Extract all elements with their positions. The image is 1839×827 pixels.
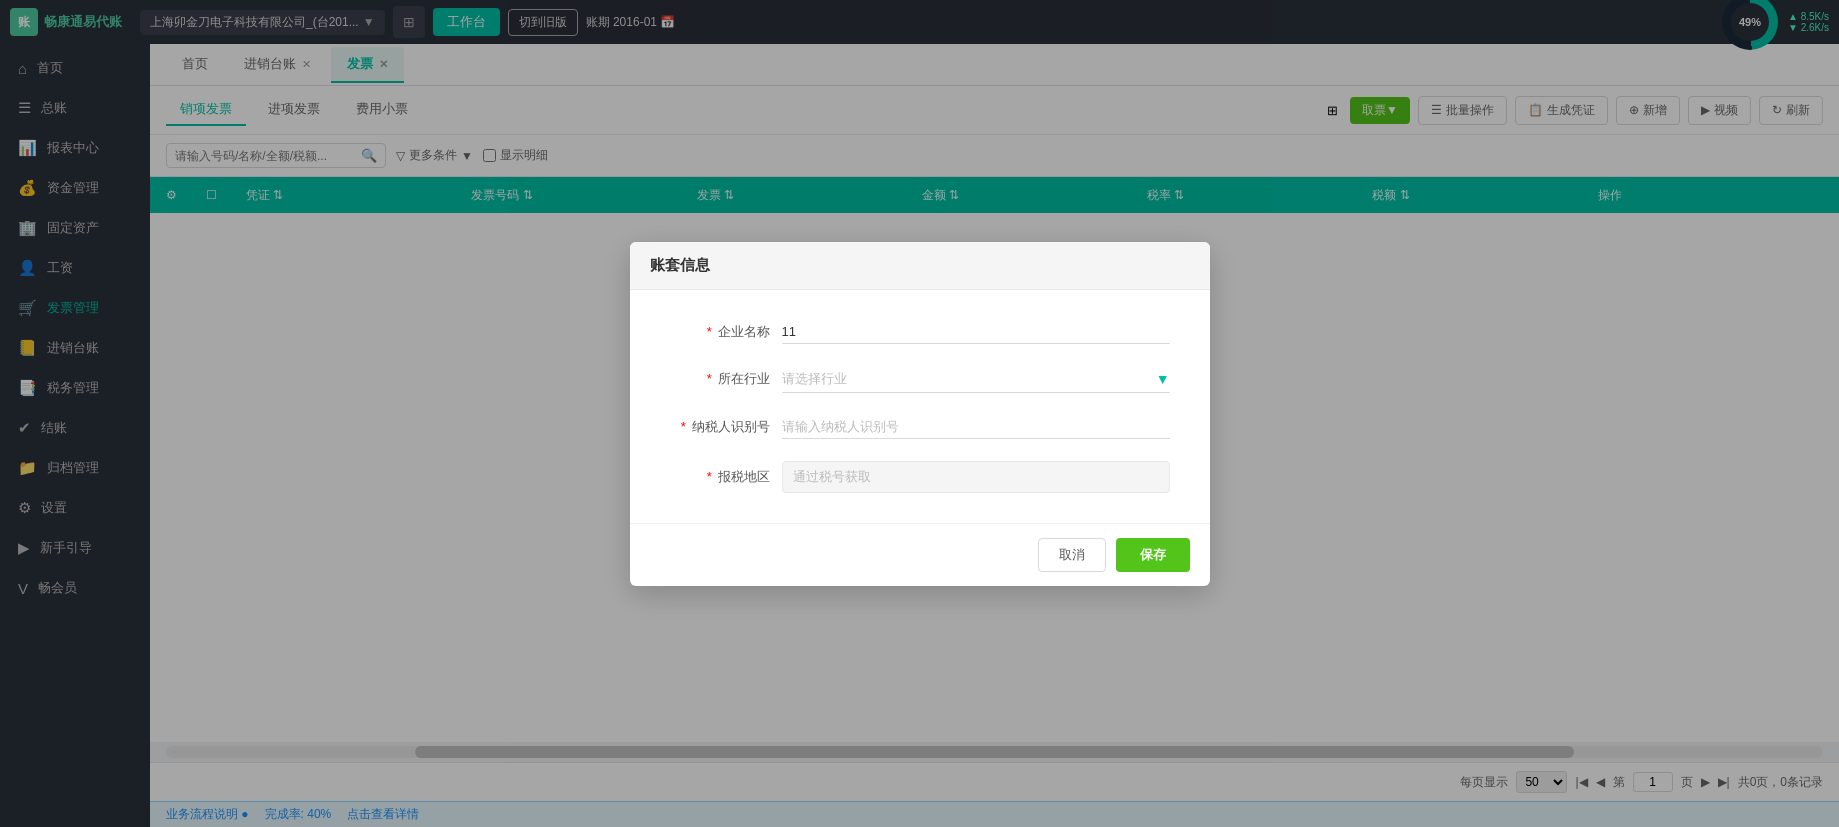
company-name-label: * 企业名称 <box>670 323 770 341</box>
industry-placeholder: 请选择行业 <box>782 370 1156 388</box>
tax-id-row: * 纳税人识别号 <box>670 415 1170 439</box>
tax-region-readonly: 通过税号获取 <box>782 461 1170 493</box>
required-star3: * <box>681 419 686 434</box>
modal-overlay[interactable]: 账套信息 * 企业名称 * 所在行业 请选择行业 ▼ <box>0 0 1839 827</box>
required-star4: * <box>707 469 712 484</box>
required-star2: * <box>707 371 712 386</box>
industry-label: * 所在行业 <box>670 370 770 388</box>
cancel-button[interactable]: 取消 <box>1038 538 1106 572</box>
tax-id-input[interactable] <box>782 415 1170 439</box>
tax-id-label: * 纳税人识别号 <box>670 418 770 436</box>
dialog-footer: 取消 保存 <box>630 523 1210 586</box>
account-info-dialog: 账套信息 * 企业名称 * 所在行业 请选择行业 ▼ <box>630 242 1210 586</box>
dialog-body: * 企业名称 * 所在行业 请选择行业 ▼ * <box>630 290 1210 523</box>
required-star: * <box>707 324 712 339</box>
dialog-title: 账套信息 <box>630 242 1210 290</box>
industry-arrow-icon: ▼ <box>1156 371 1170 387</box>
company-name-row: * 企业名称 <box>670 320 1170 344</box>
tax-region-label: * 报税地区 <box>670 468 770 486</box>
industry-select[interactable]: 请选择行业 ▼ <box>782 366 1170 393</box>
industry-row: * 所在行业 请选择行业 ▼ <box>670 366 1170 393</box>
save-button[interactable]: 保存 <box>1116 538 1190 572</box>
company-name-input[interactable] <box>782 320 1170 344</box>
tax-region-row: * 报税地区 通过税号获取 <box>670 461 1170 493</box>
